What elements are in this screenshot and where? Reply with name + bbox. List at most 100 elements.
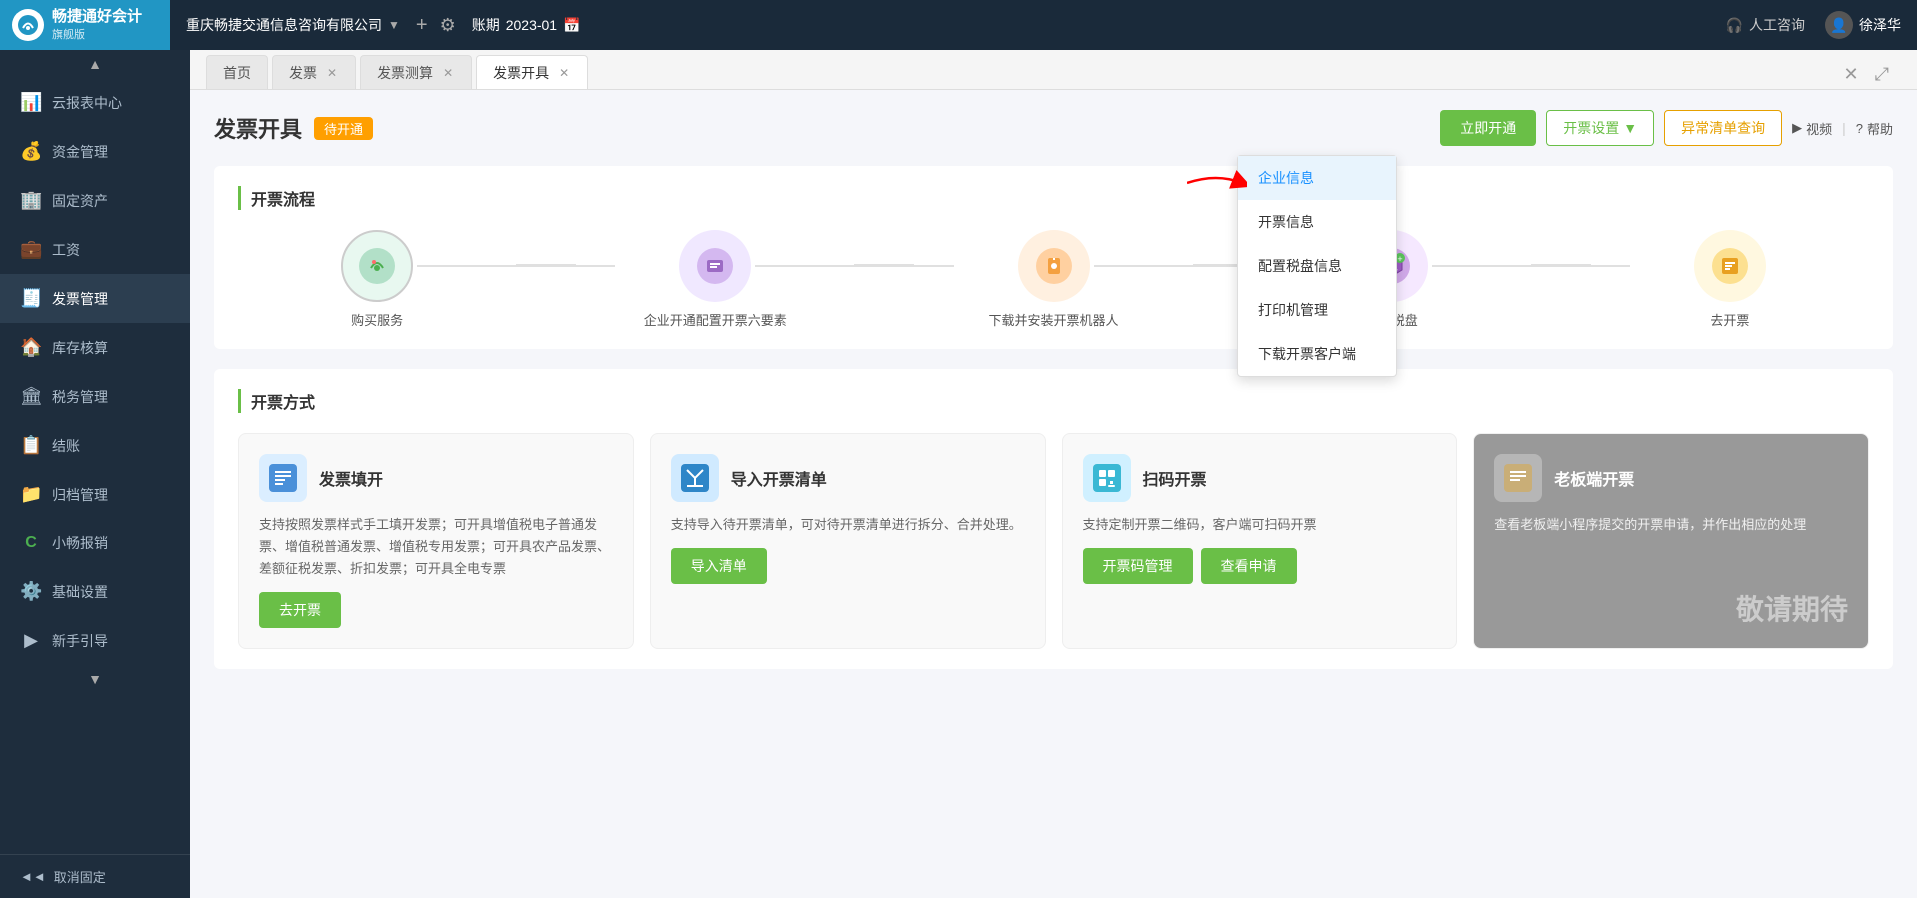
fund-icon: 💰 — [20, 141, 42, 162]
coming-soon-overlay: 敬请期待 — [1736, 588, 1848, 628]
sidebar-item-guide[interactable]: ▶ 新手引导 — [0, 616, 190, 665]
sidebar-item-payroll[interactable]: 💼 工资 — [0, 225, 190, 274]
flow-section: 开票流程 购买服务 — [214, 166, 1893, 349]
dropdown-invoice-info[interactable]: 开票信息 — [1238, 200, 1396, 244]
billing-methods-title: 开票方式 — [238, 389, 1869, 413]
dropdown-download-client[interactable]: 下载开票客户端 — [1238, 332, 1396, 376]
inventory-icon: 🏠 — [20, 337, 42, 358]
billing-card-scan: 扫码开票 支持定制开票二维码，客户端可扫码开票 开票码管理 查看申请 — [1062, 433, 1458, 649]
sidebar-item-settings[interactable]: ⚙️ 基础设置 — [0, 567, 190, 616]
sidebar-item-report[interactable]: C 小畅报销 — [0, 519, 190, 567]
help-btn[interactable]: ? 帮助 — [1856, 119, 1893, 138]
status-badge: 待开通 — [314, 117, 373, 140]
user-info[interactable]: 👤 徐泽华 — [1825, 11, 1901, 39]
import-card-title: 导入开票清单 — [731, 466, 827, 490]
step-label-2: 企业开通配置开票六要素 — [644, 310, 787, 329]
page-title-area: 发票开具 待开通 — [214, 112, 373, 144]
fill-invoice-btn[interactable]: 去开票 — [259, 592, 341, 628]
dropdown-arrow-icon: ▼ — [1623, 120, 1637, 136]
top-bar: 畅捷通好会计 旗舰版 重庆畅捷交通信息咨询有限公司 ▼ + ⚙ 账期 2023-… — [0, 0, 1917, 50]
sidebar-label-fixed-assets: 固定资产 — [52, 191, 108, 211]
period-value: 2023-01 — [506, 17, 557, 33]
sidebar-scroll-down[interactable]: ▼ — [0, 665, 190, 693]
period-label: 账期 — [472, 15, 500, 35]
sidebar-label-cloud-report: 云报表中心 — [52, 93, 122, 113]
tab-home[interactable]: 首页 — [206, 55, 268, 89]
dropdown-company-info[interactable]: 企业信息 — [1238, 156, 1396, 200]
sidebar-item-fund[interactable]: 💰 资金管理 — [0, 127, 190, 176]
sidebar-scroll-up[interactable]: ▲ — [0, 50, 190, 78]
header-actions: 立即开通 开票设置 ▼ 异常清单查询 ▶ 视频 | ? 帮助 — [1440, 110, 1893, 146]
payroll-icon: 💼 — [20, 239, 42, 260]
company-dropdown-icon: ▼ — [388, 18, 400, 32]
maximize-btn[interactable]: ⤢ — [1871, 60, 1893, 89]
boss-card-title: 老板端开票 — [1554, 466, 1634, 490]
settings-dropdown: 企业信息 开票信息 配置税盘信息 打印机管理 下载开票客户端 — [1237, 155, 1397, 377]
close-window-btn[interactable]: ✕ — [1840, 60, 1863, 89]
divider: | — [1842, 120, 1846, 136]
video-btn[interactable]: ▶ 视频 — [1792, 119, 1832, 138]
step-label-3: 下载并安装开票机器人 — [989, 310, 1119, 329]
dropdown-printer[interactable]: 打印机管理 — [1238, 288, 1396, 332]
tab-invoice-test[interactable]: 发票测算 ✕ — [360, 55, 472, 89]
sidebar-item-cloud-report[interactable]: 📊 云报表中心 — [0, 78, 190, 127]
user-service[interactable]: 🎧 人工咨询 — [1726, 15, 1805, 35]
billing-methods-grid: 发票填开 支持按照发票样式手工填开发票；可开具增值税电子普通发票、增值税普通发票… — [238, 433, 1869, 649]
boss-card-icon — [1494, 454, 1542, 502]
flow-steps: 购买服务 企业开通配置开票六要素 — [238, 230, 1869, 329]
settings-icon[interactable]: ⚙ — [440, 15, 456, 36]
flow-section-title: 开票流程 — [238, 186, 1869, 210]
billing-card-import-header: 导入开票清单 — [671, 454, 1025, 502]
sidebar-item-archive[interactable]: 📁 归档管理 — [0, 470, 190, 519]
guide-icon: ▶ — [20, 630, 42, 651]
sidebar-item-settlement[interactable]: 📋 结账 — [0, 421, 190, 470]
step-icon-1 — [341, 230, 413, 302]
headset-icon: 🎧 — [1726, 17, 1743, 34]
sidebar-bottom: ◄◄ 取消固定 — [0, 854, 190, 898]
billing-card-fill-header: 发票填开 — [259, 454, 613, 502]
flow-step-1: 购买服务 — [238, 230, 516, 329]
cancel-fixed[interactable]: ◄◄ 取消固定 — [0, 855, 190, 898]
service-label: 人工咨询 — [1749, 15, 1805, 35]
page-header: 发票开具 待开通 立即开通 开票设置 ▼ 异常清单查询 ▶ 视频 | — [214, 110, 1893, 146]
top-right: 🎧 人工咨询 👤 徐泽华 — [1726, 11, 1901, 39]
dropdown-tax-config[interactable]: 配置税盘信息 — [1238, 244, 1396, 288]
scan-btns: 开票码管理 查看申请 — [1083, 548, 1437, 584]
qrcode-manage-btn[interactable]: 开票码管理 — [1083, 548, 1193, 584]
report-icon: C — [20, 534, 42, 552]
add-icon[interactable]: + — [416, 14, 428, 37]
exception-btn[interactable]: 异常清单查询 — [1664, 110, 1782, 146]
company-selector[interactable]: 重庆畅捷交通信息咨询有限公司 ▼ — [186, 15, 400, 35]
fill-card-title: 发票填开 — [319, 466, 383, 490]
tax-icon: 🏛 — [20, 386, 42, 407]
import-btn[interactable]: 导入清单 — [671, 548, 767, 584]
sidebar-label-settings: 基础设置 — [52, 582, 108, 602]
sidebar-item-tax[interactable]: 🏛 税务管理 — [0, 372, 190, 421]
billing-card-import: 导入开票清单 支持导入待开票清单，可对待开票清单进行拆分、合并处理。 导入清单 — [650, 433, 1046, 649]
activate-btn[interactable]: 立即开通 — [1440, 110, 1536, 146]
sidebar: ▲ 📊 云报表中心 💰 资金管理 🏢 固定资产 💼 工资 🧾 发票管理 🏠 库存… — [0, 50, 190, 898]
tab-bar: 首页 发票 ✕ 发票测算 ✕ 发票开具 ✕ ✕ ⤢ — [190, 50, 1917, 90]
view-apply-btn[interactable]: 查看申请 — [1201, 548, 1297, 584]
scan-card-desc: 支持定制开票二维码，客户端可扫码开票 — [1083, 514, 1437, 536]
sidebar-item-fixed-assets[interactable]: 🏢 固定资产 — [0, 176, 190, 225]
page-content: 发票开具 待开通 立即开通 开票设置 ▼ 异常清单查询 ▶ 视频 | — [190, 90, 1917, 898]
import-card-icon — [671, 454, 719, 502]
logo-text: 畅捷通好会计 — [52, 8, 142, 26]
sidebar-item-inventory[interactable]: 🏠 库存核算 — [0, 323, 190, 372]
step-label-1: 购买服务 — [351, 310, 403, 329]
tab-invoice-open[interactable]: 发票开具 ✕ — [476, 55, 588, 89]
calendar-icon[interactable]: 📅 — [563, 17, 580, 34]
settings-btn[interactable]: 开票设置 ▼ — [1546, 110, 1654, 146]
tab-invoice-close[interactable]: ✕ — [325, 64, 339, 82]
tab-invoice-open-close[interactable]: ✕ — [557, 64, 571, 82]
archive-icon: 📁 — [20, 484, 42, 505]
period-info: 账期 2023-01 📅 — [472, 15, 581, 35]
scan-card-icon — [1083, 454, 1131, 502]
help-icon: ? — [1856, 121, 1863, 136]
cloud-report-icon: 📊 — [20, 92, 42, 113]
tab-invoice[interactable]: 发票 ✕ — [272, 55, 356, 89]
cancel-fixed-label: 取消固定 — [54, 867, 106, 886]
sidebar-item-invoice[interactable]: 🧾 发票管理 — [0, 274, 190, 323]
tab-invoice-test-close[interactable]: ✕ — [441, 64, 455, 82]
